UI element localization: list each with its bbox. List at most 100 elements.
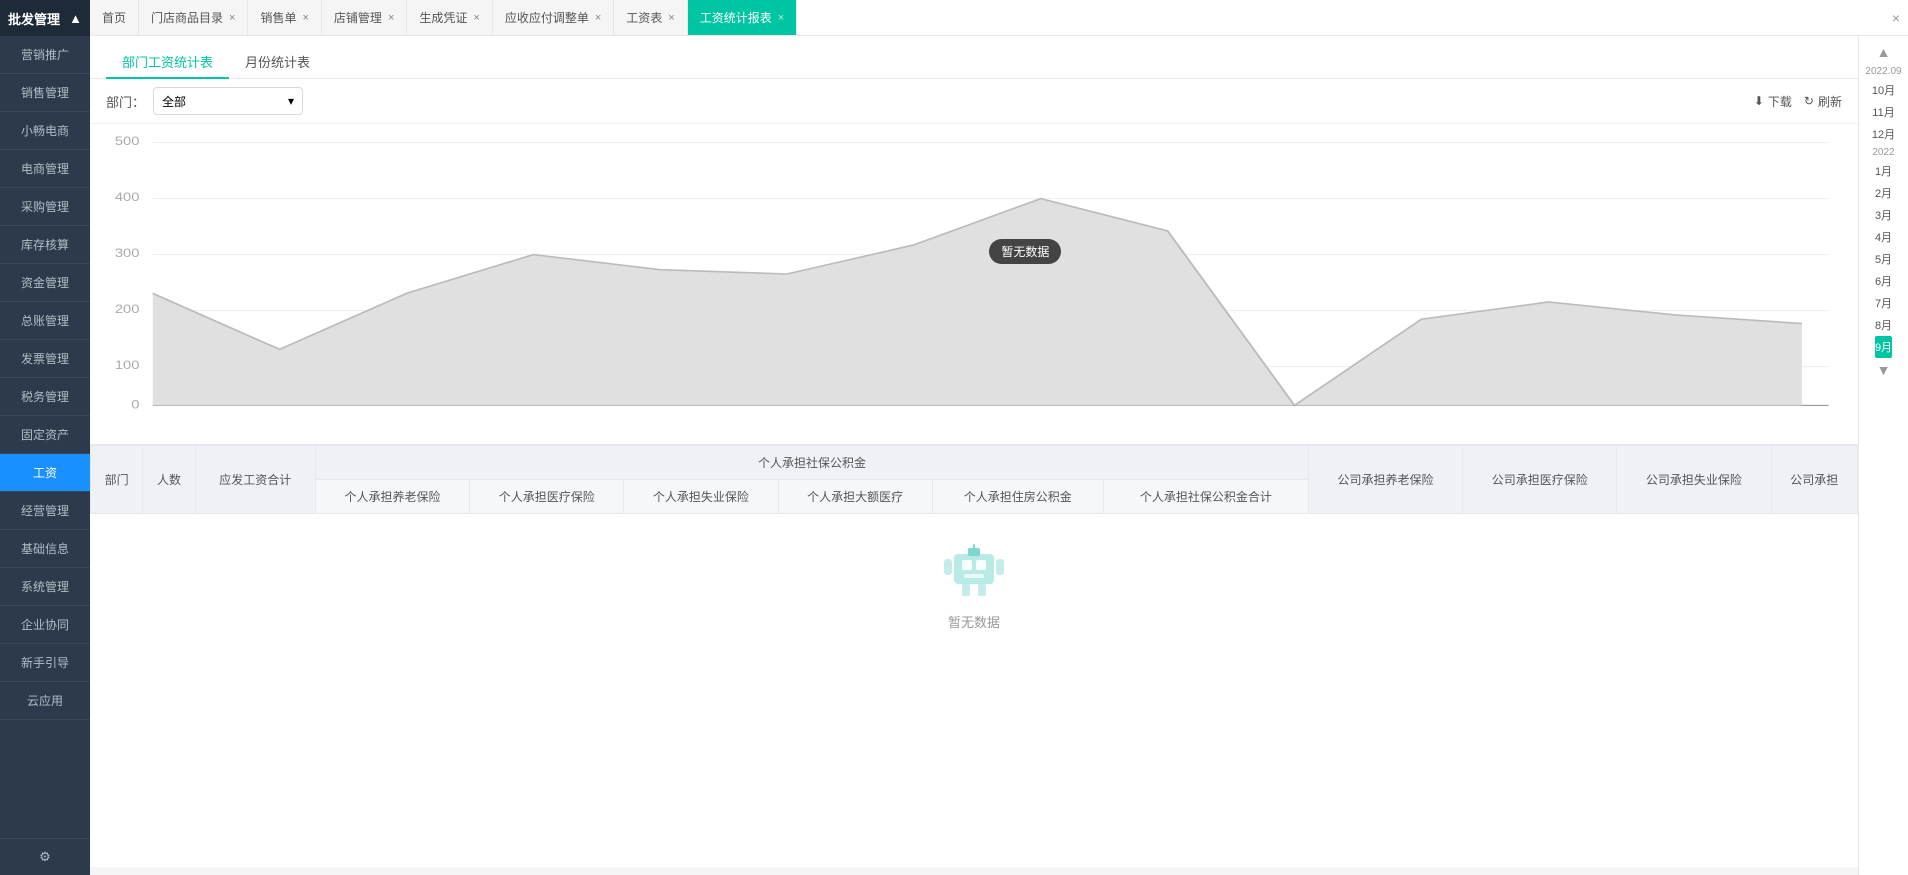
main-area: 首页门店商品目录×销售单×店铺管理×生成凭证×应收应付调整单×工资表×工资统计报… — [90, 0, 1908, 875]
timeline-month-11月[interactable]: 11月 — [1872, 101, 1895, 123]
svg-text:300: 300 — [115, 246, 139, 259]
tab-close-icon[interactable]: × — [778, 12, 784, 24]
col-group-personal: 个人承担社保公积金 — [315, 446, 1308, 480]
col-personal-large-medical: 个人承担大额医疗 — [778, 480, 932, 514]
tab-应收应付调整单[interactable]: 应收应付调整单× — [493, 0, 614, 36]
chevron-down-icon: ▾ — [288, 94, 294, 108]
refresh-label: 刷新 — [1818, 93, 1842, 110]
no-data-icon — [934, 534, 1014, 604]
timeline-month-1月[interactable]: 1月 — [1875, 160, 1892, 182]
dept-label: 部门： — [106, 92, 145, 111]
toolbar-row: 部门： 全部 ▾ ⬇ 下载 ↻ 刷新 — [90, 79, 1858, 124]
sidebar-item-固定资产[interactable]: 固定资产 — [0, 416, 90, 454]
sidebar-item-营销推广[interactable]: 营销推广 — [0, 36, 90, 74]
timeline-year-1: 2022.09 — [1859, 64, 1908, 79]
tab-工资表[interactable]: 工资表× — [614, 0, 687, 36]
col-personal-total: 个人承担社保公积金合计 — [1103, 480, 1308, 514]
timeline-month-5月[interactable]: 5月 — [1875, 248, 1892, 270]
sidebar-header[interactable]: 批发管理 ▲ — [0, 0, 90, 36]
timeline-month-4月[interactable]: 4月 — [1875, 226, 1892, 248]
close-all-tabs-button[interactable]: × — [1884, 10, 1908, 26]
svg-text:500: 500 — [115, 134, 139, 147]
svg-text:0: 0 — [131, 398, 139, 411]
svg-text:200: 200 — [115, 302, 139, 315]
sidebar-item-采购管理[interactable]: 采购管理 — [0, 188, 90, 226]
sidebar-footer-settings[interactable]: ⚙ — [0, 838, 90, 875]
sidebar-expand-icon[interactable]: ▲ — [69, 11, 82, 26]
download-button[interactable]: ⬇ 下载 — [1754, 93, 1792, 110]
timeline-up-arrow[interactable]: ▲ — [1877, 40, 1891, 64]
sidebar-item-基础信息[interactable]: 基础信息 — [0, 530, 90, 568]
col-company-other: 公司承担 — [1771, 446, 1857, 514]
sidebar-item-总账管理[interactable]: 总账管理 — [0, 302, 90, 340]
no-data-container: 暂无数据 — [90, 514, 1858, 651]
sidebar-item-小畅电商[interactable]: 小畅电商 — [0, 112, 90, 150]
refresh-icon: ↻ — [1804, 94, 1814, 108]
col-company-medical: 公司承担医疗保险 — [1463, 446, 1617, 514]
sidebar-item-税务管理[interactable]: 税务管理 — [0, 378, 90, 416]
sidebar-item-工资[interactable]: 工资 — [0, 454, 90, 492]
sidebar-item-企业协同[interactable]: 企业协同 — [0, 606, 90, 644]
toolbar-right: ⬇ 下载 ↻ 刷新 — [1754, 93, 1842, 110]
col-dept: 部门 — [91, 446, 143, 514]
timeline-month-12月[interactable]: 12月 — [1872, 123, 1895, 145]
settings-icon: ⚙ — [39, 849, 51, 864]
toolbar-left: 部门： 全部 ▾ — [106, 87, 303, 115]
download-icon: ⬇ — [1754, 94, 1764, 108]
sidebar-item-销售管理[interactable]: 销售管理 — [0, 74, 90, 112]
horizontal-scrollbar[interactable] — [90, 867, 1858, 875]
tab-close-icon[interactable]: × — [473, 12, 479, 24]
tab-店铺管理[interactable]: 店铺管理× — [322, 0, 407, 36]
tab-生成凭证[interactable]: 生成凭证× — [407, 0, 492, 36]
timeline-month-7月[interactable]: 7月 — [1875, 292, 1892, 314]
col-personal-pension: 个人承担养老保险 — [315, 480, 469, 514]
sidebar-item-经营管理[interactable]: 经营管理 — [0, 492, 90, 530]
data-table: 部门 人数 应发工资合计 个人承担社保公积金 公司承担养老保险 公司承担医疗保险… — [90, 445, 1858, 514]
sidebar-item-新手引导[interactable]: 新手引导 — [0, 644, 90, 682]
timeline-year-2: 2022 — [1859, 145, 1908, 160]
tab-首页[interactable]: 首页 — [90, 0, 139, 36]
tab-工资统计报表[interactable]: 工资统计报表× — [688, 0, 797, 36]
col-total-salary: 应发工资合计 — [195, 446, 315, 514]
col-personal-medical: 个人承担医疗保险 — [470, 480, 624, 514]
col-personal-unemployment: 个人承担失业保险 — [624, 480, 778, 514]
tab-close-icon[interactable]: × — [668, 12, 674, 24]
content-area: 部门工资统计表 月份统计表 部门： 全部 ▾ ⬇ 下载 — [90, 36, 1908, 875]
sidebar-item-系统管理[interactable]: 系统管理 — [0, 568, 90, 606]
page-content: 部门工资统计表 月份统计表 部门： 全部 ▾ ⬇ 下载 — [90, 36, 1858, 875]
sidebar: 批发管理 ▲ 营销推广销售管理小畅电商电商管理采购管理库存核算资金管理总账管理发… — [0, 0, 90, 875]
sidebar-item-资金管理[interactable]: 资金管理 — [0, 264, 90, 302]
sidebar-title: 批发管理 — [8, 9, 60, 28]
table-area[interactable]: 部门 人数 应发工资合计 个人承担社保公积金 公司承担养老保险 公司承担医疗保险… — [90, 444, 1858, 867]
sidebar-item-库存核算[interactable]: 库存核算 — [0, 226, 90, 264]
sub-tab-bar: 部门工资统计表 月份统计表 — [90, 36, 1858, 79]
timeline-month-3月[interactable]: 3月 — [1875, 204, 1892, 226]
tab-销售单[interactable]: 销售单× — [248, 0, 321, 36]
tab-close-icon[interactable]: × — [302, 12, 308, 24]
download-label: 下载 — [1768, 93, 1792, 110]
tab-close-icon[interactable]: × — [595, 12, 601, 24]
timeline-month-8月[interactable]: 8月 — [1875, 314, 1892, 336]
tab-close-icon[interactable]: × — [229, 12, 235, 24]
timeline-month-9月[interactable]: 9月 — [1875, 336, 1892, 358]
timeline-month-2月[interactable]: 2月 — [1875, 182, 1892, 204]
tab-门店商品目录[interactable]: 门店商品目录× — [139, 0, 248, 36]
sidebar-item-云应用[interactable]: 云应用 — [0, 682, 90, 720]
svg-text:100: 100 — [115, 358, 139, 371]
tooltip-text: 暂无数据 — [1001, 245, 1049, 259]
refresh-button[interactable]: ↻ 刷新 — [1804, 93, 1842, 110]
tab-dept-stats[interactable]: 部门工资统计表 — [106, 46, 229, 79]
timeline-month-6月[interactable]: 6月 — [1875, 270, 1892, 292]
timeline-panel: ▲ 2022.09 10月11月12月 2022 1月2月3月4月5月6月7月8… — [1858, 36, 1908, 875]
chart-area: 500 400 300 200 100 0 — [90, 124, 1858, 444]
tab-month-stats[interactable]: 月份统计表 — [229, 46, 326, 79]
table-header-group: 部门 人数 应发工资合计 个人承担社保公积金 公司承担养老保险 公司承担医疗保险… — [91, 446, 1858, 480]
dept-select[interactable]: 全部 ▾ — [153, 87, 303, 115]
tab-close-icon[interactable]: × — [388, 12, 394, 24]
sidebar-item-发票管理[interactable]: 发票管理 — [0, 340, 90, 378]
col-personal-housing: 个人承担住房公积金 — [932, 480, 1103, 514]
sidebar-item-电商管理[interactable]: 电商管理 — [0, 150, 90, 188]
timeline-month-10月[interactable]: 10月 — [1872, 79, 1895, 101]
timeline-down-arrow[interactable]: ▼ — [1877, 358, 1891, 382]
chart-tooltip: 暂无数据 — [989, 239, 1061, 264]
